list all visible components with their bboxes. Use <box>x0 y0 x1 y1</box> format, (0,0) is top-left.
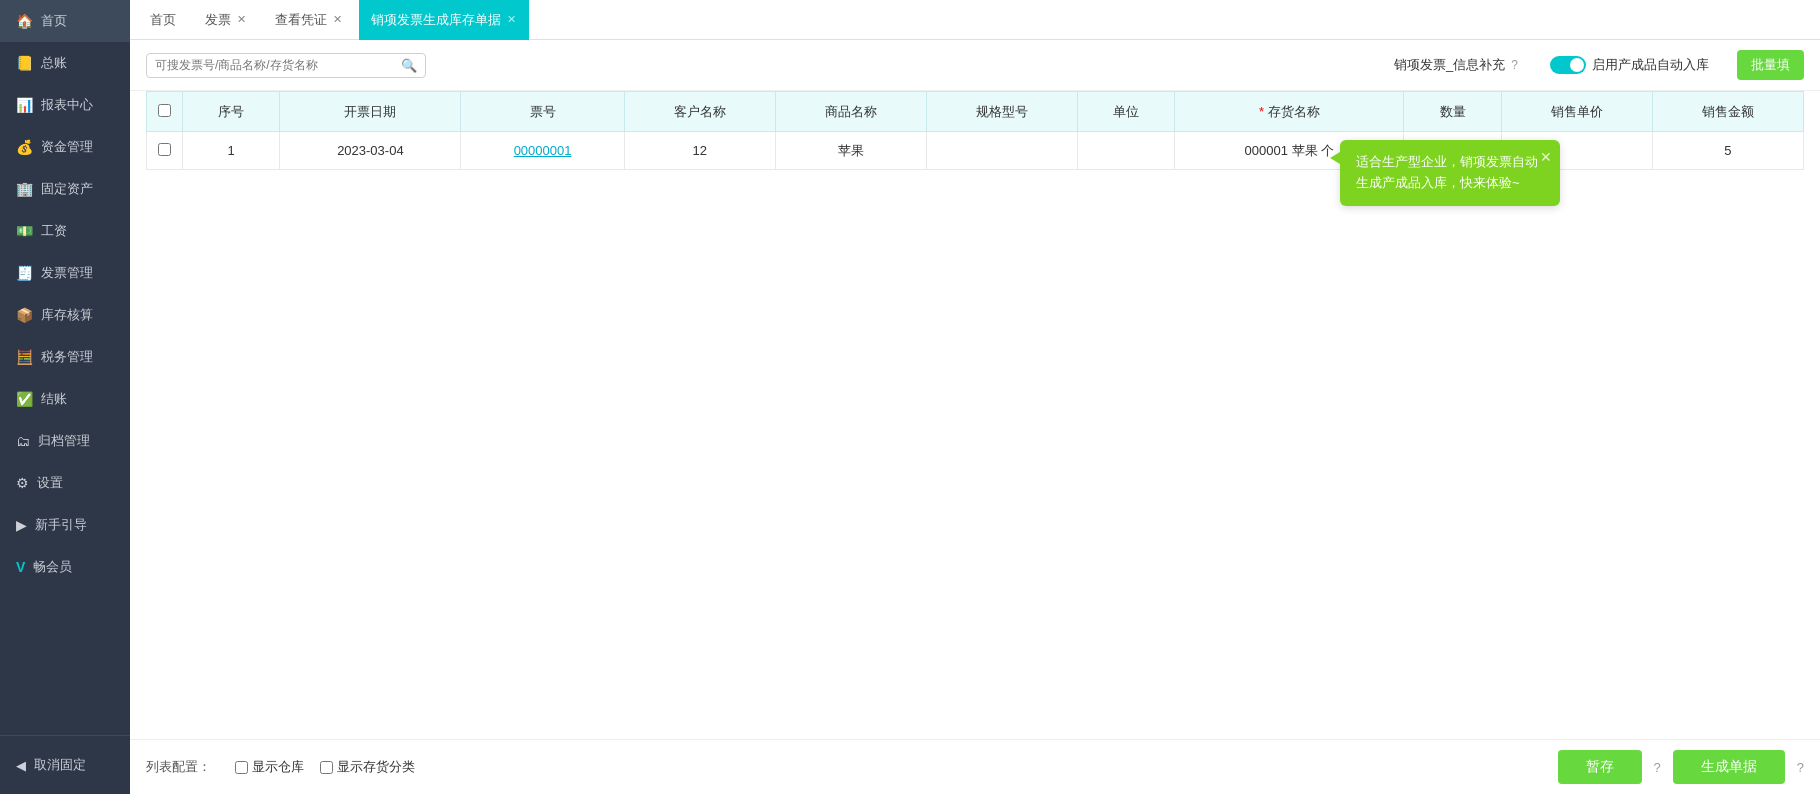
sidebar-item-funds[interactable]: 💰 资金管理 <box>0 126 130 168</box>
th-amount: 销售金额 <box>1652 92 1803 132</box>
th-unit-price: 销售单价 <box>1501 92 1652 132</box>
funds-icon: 💰 <box>16 139 33 155</box>
sidebar-item-invoice-mgmt[interactable]: 🧾 发票管理 <box>0 252 130 294</box>
cell-customer: 12 <box>624 132 775 170</box>
search-input[interactable] <box>155 58 395 72</box>
unfix-icon: ◀ <box>16 758 26 773</box>
sidebar-item-archive[interactable]: 🗂 归档管理 <box>0 420 130 462</box>
show-inventory-category-label: 显示存货分类 <box>337 758 415 776</box>
th-product: 商品名称 <box>775 92 926 132</box>
info-label: 销项发票_信息补充 <box>1394 56 1505 74</box>
show-warehouse-checkbox[interactable] <box>235 761 248 774</box>
bottom-actions: 暂存 ? 生成单据 ? <box>1558 750 1804 784</box>
top-bar: 🔍 销项发票_信息补充 ? 启用产成品自动入库 批量填 ✕ 适合生产型企业，销项… <box>130 40 1820 91</box>
cell-seq: 1 <box>183 132 280 170</box>
info-section: 销项发票_信息补充 ? <box>1394 56 1518 74</box>
sidebar-item-settlement[interactable]: ✅ 结账 <box>0 378 130 420</box>
sidebar-item-salary[interactable]: 💵 工资 <box>0 210 130 252</box>
th-unit: 单位 <box>1078 92 1175 132</box>
table-wrap: 序号 开票日期 票号 客户名称 商品名称 规格型号 单位 存货名称 数量 销售单… <box>130 91 1820 739</box>
th-customer: 客户名称 <box>624 92 775 132</box>
sidebar-item-ledger[interactable]: 📒 总账 <box>0 42 130 84</box>
list-config-label: 列表配置： <box>146 758 211 776</box>
save-help-icon[interactable]: ? <box>1654 760 1661 775</box>
auto-stock-toggle[interactable] <box>1550 56 1586 74</box>
batch-fill-button[interactable]: 批量填 <box>1737 50 1804 80</box>
generate-help-icon[interactable]: ? <box>1797 760 1804 775</box>
tab-voucher-close[interactable]: ✕ <box>333 13 342 26</box>
th-quantity: 数量 <box>1404 92 1501 132</box>
ticket-no-link[interactable]: 00000001 <box>514 143 572 158</box>
info-help-icon[interactable]: ? <box>1511 58 1518 72</box>
invoice-mgmt-icon: 🧾 <box>16 265 33 281</box>
tab-voucher[interactable]: 查看凭证 ✕ <box>263 0 355 40</box>
cell-spec <box>926 132 1077 170</box>
th-ticket-no: 票号 <box>461 92 624 132</box>
sidebar-item-assets[interactable]: 🏢 固定资产 <box>0 168 130 210</box>
sidebar-item-reports[interactable]: 📊 报表中心 <box>0 84 130 126</box>
settlement-icon: ✅ <box>16 391 33 407</box>
inventory-icon: 📦 <box>16 307 33 323</box>
sidebar-item-guide[interactable]: ▶ 新手引导 <box>0 504 130 546</box>
generate-button[interactable]: 生成单据 <box>1673 750 1785 784</box>
home-icon: 🏠 <box>16 13 33 29</box>
tooltip-close-button[interactable]: ✕ <box>1540 146 1552 168</box>
toggle-label: 启用产成品自动入库 <box>1592 56 1709 74</box>
show-inventory-category-item: 显示存货分类 <box>320 758 415 776</box>
toggle-wrap: 启用产成品自动入库 <box>1550 56 1709 74</box>
settings-icon: ⚙ <box>16 475 29 491</box>
content-area: 🔍 销项发票_信息补充 ? 启用产成品自动入库 批量填 ✕ 适合生产型企业，销项… <box>130 40 1820 794</box>
vip-icon: V <box>16 559 25 575</box>
sidebar-item-inventory[interactable]: 📦 库存核算 <box>0 294 130 336</box>
archive-icon: 🗂 <box>16 433 30 449</box>
show-inventory-category-checkbox[interactable] <box>320 761 333 774</box>
tab-bar: 首页 发票 ✕ 查看凭证 ✕ 销项发票生成库存单据 ✕ <box>130 0 1820 40</box>
cell-date: 2023-03-04 <box>280 132 461 170</box>
salary-icon: 💵 <box>16 223 33 239</box>
unfix-button[interactable]: ◀ 取消固定 <box>0 744 130 786</box>
row-checkbox-cell <box>147 132 183 170</box>
th-checkbox <box>147 92 183 132</box>
sidebar-item-vip[interactable]: V 畅会员 <box>0 546 130 588</box>
search-wrap: 🔍 <box>146 53 426 78</box>
cell-unit <box>1078 132 1175 170</box>
th-seq: 序号 <box>183 92 280 132</box>
tab-sales-stock-close[interactable]: ✕ <box>507 13 516 26</box>
row-checkbox[interactable] <box>158 143 171 156</box>
sidebar-item-tax[interactable]: 🧮 税务管理 <box>0 336 130 378</box>
show-warehouse-item: 显示仓库 <box>235 758 304 776</box>
cell-ticket-no: 00000001 <box>461 132 624 170</box>
cell-product: 苹果 <box>775 132 926 170</box>
th-inventory-name: 存货名称 <box>1175 92 1404 132</box>
tab-invoice[interactable]: 发票 ✕ <box>193 0 259 40</box>
th-date: 开票日期 <box>280 92 461 132</box>
tax-icon: 🧮 <box>16 349 33 365</box>
select-all-checkbox[interactable] <box>158 104 171 117</box>
bottom-bar: 列表配置： 显示仓库 显示存货分类 暂存 ? 生成单据 ? <box>130 739 1820 794</box>
main-area: 首页 发票 ✕ 查看凭证 ✕ 销项发票生成库存单据 ✕ 🔍 销项发票_信息补充 … <box>130 0 1820 794</box>
show-warehouse-label: 显示仓库 <box>252 758 304 776</box>
assets-icon: 🏢 <box>16 181 33 197</box>
save-button[interactable]: 暂存 <box>1558 750 1642 784</box>
tab-sales-stock[interactable]: 销项发票生成库存单据 ✕ <box>359 0 529 40</box>
sidebar-item-settings[interactable]: ⚙ 设置 <box>0 462 130 504</box>
guide-icon: ▶ <box>16 517 27 533</box>
ledger-icon: 📒 <box>16 55 33 71</box>
th-spec: 规格型号 <box>926 92 1077 132</box>
reports-icon: 📊 <box>16 97 33 113</box>
cell-amount: 5 <box>1652 132 1803 170</box>
sidebar: 🏠 首页 📒 总账 📊 报表中心 💰 资金管理 🏢 固定资产 💵 工资 🧾 发票… <box>0 0 130 794</box>
sidebar-item-home[interactable]: 🏠 首页 <box>0 0 130 42</box>
tab-invoice-close[interactable]: ✕ <box>237 13 246 26</box>
tooltip-bubble: ✕ 适合生产型企业，销项发票自动生成产成品入库，快来体验~ <box>1340 140 1560 206</box>
tab-home[interactable]: 首页 <box>138 0 189 40</box>
search-icon[interactable]: 🔍 <box>401 58 417 73</box>
